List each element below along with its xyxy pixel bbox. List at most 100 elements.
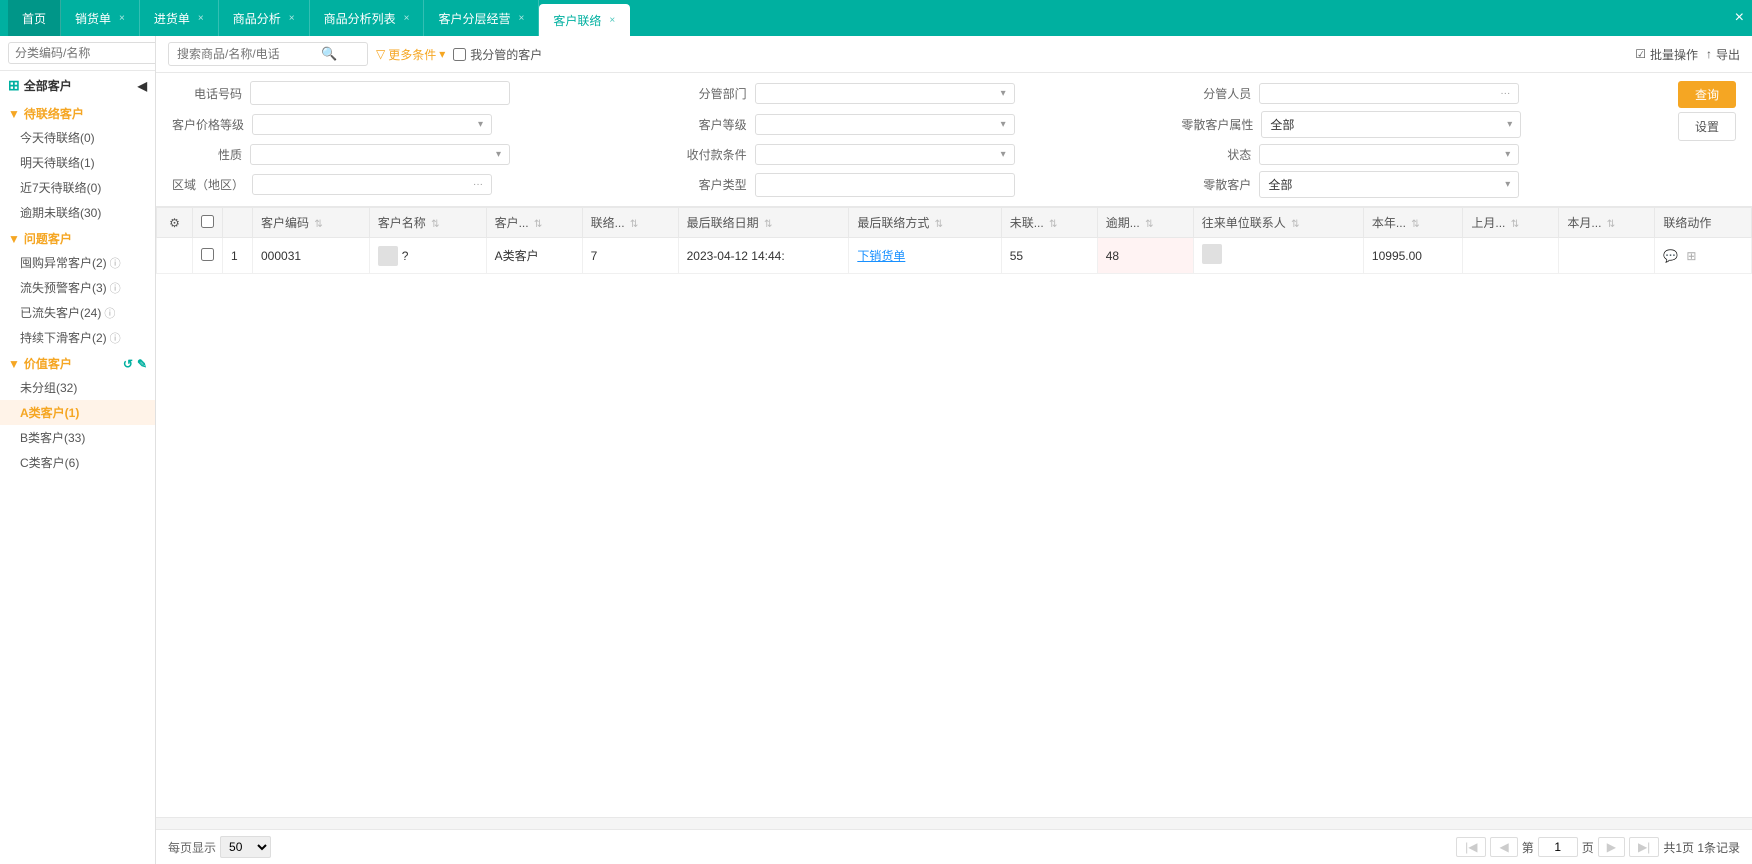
col-last-contact-method[interactable]: 最后联络方式 ⇅ bbox=[849, 208, 1001, 238]
sidebar-item-class-c[interactable]: C类客户(6) bbox=[0, 450, 155, 475]
col-uncontacted[interactable]: 未联... ⇅ bbox=[1001, 208, 1097, 238]
main-search-input[interactable] bbox=[177, 47, 317, 61]
tab-purchase-close[interactable]: × bbox=[198, 13, 204, 24]
row-customer-name[interactable]: ? bbox=[369, 238, 486, 274]
dept-select[interactable]: ▾ bbox=[755, 83, 1015, 104]
last-page-button[interactable]: ▶| bbox=[1629, 837, 1659, 857]
sidebar-item-tomorrow[interactable]: 明天待联络(1) bbox=[0, 150, 155, 175]
refresh-icon[interactable]: ↺ bbox=[123, 357, 133, 371]
tab-sales-close[interactable]: × bbox=[119, 13, 125, 24]
col-overdue[interactable]: 逾期... ⇅ bbox=[1097, 208, 1193, 238]
sidebar-item-class-b[interactable]: B类客户(33) bbox=[0, 425, 155, 450]
sidebar-item-abnormal[interactable]: 囤购异常客户(2) ⓘ bbox=[0, 250, 155, 275]
settings-button[interactable]: 设置 bbox=[1678, 112, 1736, 141]
export-button[interactable]: ↑ 导出 bbox=[1706, 46, 1740, 63]
batch-operation-button[interactable]: ☑ 批量操作 bbox=[1635, 46, 1698, 63]
col-checkbox-all[interactable] bbox=[193, 208, 223, 238]
scattered-attr-select[interactable]: 全部 ▾ bbox=[1261, 111, 1521, 138]
tab-purchase[interactable]: 进货单 × bbox=[140, 0, 219, 36]
sidebar-collapse-icon[interactable]: ◀ bbox=[138, 79, 147, 93]
col-last-contact-date[interactable]: 最后联络日期 ⇅ bbox=[678, 208, 849, 238]
select-all-checkbox[interactable] bbox=[201, 215, 214, 228]
total-records: 共1页 1条记录 bbox=[1663, 839, 1740, 856]
sidebar: 🔍 ⊞ 全部客户 ◀ ▼ 待联络客户 今天待联络(0) 明天待联络(1) 近7天… bbox=[0, 36, 156, 864]
first-page-button[interactable]: |◀ bbox=[1456, 837, 1486, 857]
scattered-attr-chevron: ▾ bbox=[1507, 119, 1512, 130]
tab-customer-layer[interactable]: 客户分层经营 × bbox=[424, 0, 539, 36]
tab-sales[interactable]: 销货单 × bbox=[61, 0, 140, 36]
tab-goods-analysis[interactable]: 商品分析 × bbox=[219, 0, 310, 36]
search-box: 🔍 bbox=[168, 42, 368, 66]
my-customers-check[interactable] bbox=[453, 48, 466, 61]
col-this-month[interactable]: 本月... ⇅ bbox=[1559, 208, 1655, 238]
horizontal-scrollbar[interactable] bbox=[156, 817, 1752, 829]
prev-page-button[interactable]: ◀ bbox=[1490, 837, 1517, 857]
sidebar-item-declining[interactable]: 持续下滑客户(2) ⓘ bbox=[0, 325, 155, 350]
message-icon[interactable]: 💬 bbox=[1663, 249, 1678, 263]
filter-row-2: 客户价格等级 ▾ 客户等级 ▾ bbox=[172, 111, 1670, 138]
my-customers-checkbox[interactable]: 我分管的客户 bbox=[453, 46, 542, 63]
col-customer-name[interactable]: 客户名称 ⇅ bbox=[369, 208, 486, 238]
close-all-button[interactable]: × bbox=[1735, 9, 1744, 27]
qrcode-icon[interactable]: ⊞ bbox=[1686, 249, 1696, 263]
col-contact-count[interactable]: 联络... ⇅ bbox=[582, 208, 678, 238]
tab-goods-list-close[interactable]: × bbox=[404, 13, 410, 24]
page-number-input[interactable] bbox=[1538, 837, 1578, 857]
all-customers-header[interactable]: ⊞ 全部客户 ◀ bbox=[0, 71, 155, 100]
sidebar-item-churn-warn[interactable]: 流失预警客户(3) ⓘ bbox=[0, 275, 155, 300]
sidebar-search-input[interactable] bbox=[8, 42, 156, 64]
nature-select[interactable]: ▾ bbox=[250, 144, 510, 165]
phone-input[interactable] bbox=[250, 81, 510, 105]
col-customer-type[interactable]: 客户... ⇅ bbox=[486, 208, 582, 238]
customer-level-label: 客户等级 bbox=[677, 116, 747, 133]
price-level-select[interactable]: ▾ bbox=[252, 114, 492, 135]
filter-row-3: 性质 ▾ 收付款条件 ▾ bbox=[172, 144, 1670, 165]
tab-goods-analysis-close[interactable]: × bbox=[289, 13, 295, 24]
edit-icon[interactable]: ✎ bbox=[137, 357, 147, 371]
tab-customer-contact-close[interactable]: × bbox=[609, 15, 615, 26]
status-select[interactable]: ▾ bbox=[1259, 144, 1519, 165]
col-this-year[interactable]: 本年... ⇅ bbox=[1363, 208, 1462, 238]
tab-goods-list[interactable]: 商品分析列表 × bbox=[310, 0, 425, 36]
sidebar-item-7days[interactable]: 近7天待联络(0) bbox=[0, 175, 155, 200]
region-select[interactable]: ··· bbox=[252, 174, 492, 195]
filter-region: 区域（地区） ··· bbox=[172, 174, 661, 195]
payment-chevron: ▾ bbox=[1001, 149, 1006, 160]
col-company-contact[interactable]: 往来单位联系人 ⇅ bbox=[1193, 208, 1363, 238]
sort-icon-code: ⇅ bbox=[314, 219, 322, 230]
tab-customer-contact[interactable]: 客户联络 × bbox=[539, 4, 630, 36]
person-select[interactable]: ··· bbox=[1259, 83, 1519, 104]
customer-type-input[interactable] bbox=[755, 173, 1015, 197]
row-gear[interactable] bbox=[157, 238, 193, 274]
row-customer-type: A类客户 bbox=[486, 238, 582, 274]
more-conditions-button[interactable]: ▽ 更多条件 ▾ bbox=[376, 46, 445, 63]
row-checkbox[interactable] bbox=[193, 238, 223, 274]
main-search-icon[interactable]: 🔍 bbox=[321, 46, 337, 62]
col-last-month[interactable]: 上月... ⇅ bbox=[1463, 208, 1559, 238]
tab-goods-list-label: 商品分析列表 bbox=[324, 10, 396, 27]
sidebar-item-today[interactable]: 今天待联络(0) bbox=[0, 125, 155, 150]
customer-level-select[interactable]: ▾ bbox=[755, 114, 1015, 135]
row-last-contact-method[interactable]: 下销货单 bbox=[849, 238, 1001, 274]
payment-select[interactable]: ▾ bbox=[755, 144, 1015, 165]
next-page-button[interactable]: ▶ bbox=[1598, 837, 1625, 857]
query-button[interactable]: 查询 bbox=[1678, 81, 1736, 108]
sidebar-item-unclassified[interactable]: 未分组(32) bbox=[0, 375, 155, 400]
sidebar-item-class-a[interactable]: A类客户(1) bbox=[0, 400, 155, 425]
sidebar-item-overdue[interactable]: 逾期未联络(30) bbox=[0, 200, 155, 225]
section-problem-customers[interactable]: ▼ 问题客户 bbox=[0, 225, 155, 250]
col-customer-code[interactable]: 客户编码 ⇅ bbox=[253, 208, 370, 238]
filter-customer-type: 客户类型 bbox=[677, 173, 1166, 197]
row-select-checkbox[interactable] bbox=[201, 248, 214, 261]
tab-home[interactable]: 首页 bbox=[8, 0, 61, 36]
sort-icon-this-month: ⇅ bbox=[1607, 219, 1615, 230]
col-gear[interactable]: ⚙ bbox=[157, 208, 193, 238]
tab-customer-layer-close[interactable]: × bbox=[518, 13, 524, 24]
export-label: 导出 bbox=[1716, 46, 1740, 63]
per-page-select-input[interactable]: 50 20 100 bbox=[220, 836, 271, 858]
sidebar-item-churned[interactable]: 已流失客户(24) ⓘ bbox=[0, 300, 155, 325]
section-pending-contact[interactable]: ▼ 待联络客户 bbox=[0, 100, 155, 125]
section-value-customers[interactable]: ▼ 价值客户 ↺ ✎ bbox=[0, 350, 155, 375]
tab-home-label: 首页 bbox=[22, 10, 46, 27]
scattered-select[interactable]: 全部 ▾ bbox=[1259, 171, 1519, 198]
